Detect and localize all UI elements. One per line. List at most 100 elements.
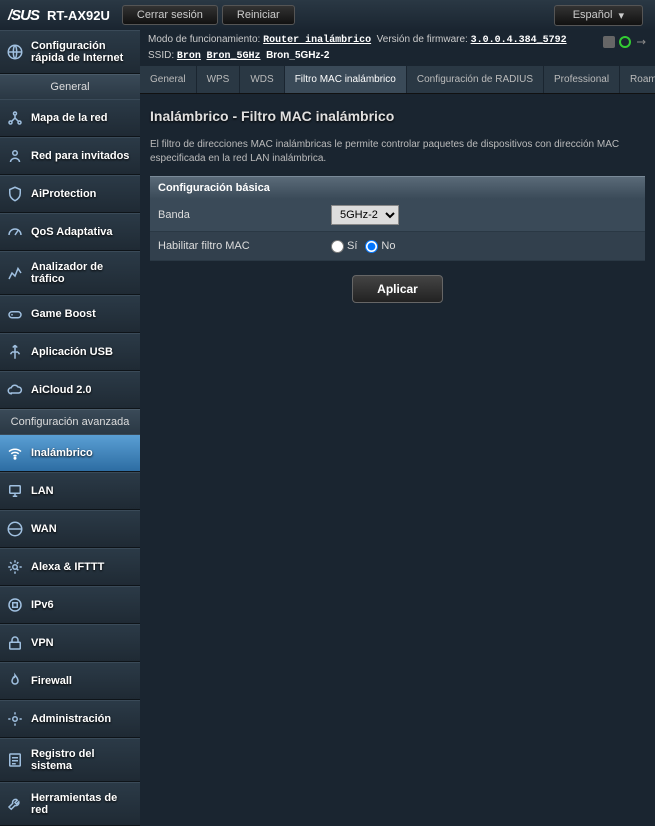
sidebar-label: Red para invitados (31, 150, 129, 162)
yes-label: Sí (347, 240, 357, 252)
reboot-button[interactable]: Reiniciar (222, 5, 295, 25)
tab-wds[interactable]: WDS (240, 66, 284, 93)
ipv6-icon (6, 596, 24, 614)
ssid-label: SSID: (148, 50, 174, 61)
sidebar-label: Alexa & IFTTT (31, 561, 104, 573)
sidebar-label: Aplicación USB (31, 346, 113, 358)
tab-professional[interactable]: Professional (544, 66, 620, 93)
gauge-icon (6, 223, 24, 241)
sidebar-item-admin[interactable]: Administración (0, 700, 140, 738)
sidebar-item-lan[interactable]: LAN (0, 472, 140, 510)
globe-icon (6, 43, 24, 61)
page-title: Inalámbrico - Filtro MAC inalámbrico (150, 108, 645, 124)
cloud-icon (6, 381, 24, 399)
status-icon-usb[interactable] (635, 36, 647, 48)
sidebar-quick-setup[interactable]: Configuración rápida de Internet (0, 30, 140, 74)
sidebar-item-qos[interactable]: QoS Adaptativa (0, 213, 140, 251)
wifi-icon (6, 444, 24, 462)
guest-icon (6, 147, 24, 165)
sidebar-label: Analizador de tráfico (31, 261, 134, 285)
apply-button[interactable]: Aplicar (352, 275, 443, 303)
sidebar-item-alexa[interactable]: Alexa & IFTTT (0, 548, 140, 586)
radio-yes[interactable]: Sí (331, 240, 357, 253)
sidebar-item-aiprotection[interactable]: AiProtection (0, 175, 140, 213)
sidebar-item-traffic[interactable]: Analizador de tráfico (0, 251, 140, 295)
ssid-2[interactable]: Bron_5GHz (206, 51, 260, 62)
enable-filter-label: Habilitar filtro MAC (150, 232, 325, 260)
sidebar: Configuración rápida de Internet General… (0, 0, 140, 704)
sidebar-item-ipv6[interactable]: IPv6 (0, 586, 140, 624)
sidebar-item-usb[interactable]: Aplicación USB (0, 333, 140, 371)
sidebar-label: Mapa de la red (31, 112, 107, 124)
radio-no[interactable]: No (365, 240, 395, 253)
log-icon (6, 751, 24, 769)
language-label: Español (573, 9, 613, 21)
sidebar-item-vpn[interactable]: VPN (0, 624, 140, 662)
brand-logo: /SUS (0, 7, 47, 24)
fw-label: Versión de firmware: (377, 34, 468, 45)
sidebar-label: LAN (31, 485, 54, 497)
sidebar-label: AiProtection (31, 188, 96, 200)
tab-roaming[interactable]: Roaming Block List (620, 66, 655, 93)
sidebar-item-wan[interactable]: WAN (0, 510, 140, 548)
lan-icon (6, 482, 24, 500)
sidebar-label: IPv6 (31, 599, 54, 611)
sidebar-label: Firewall (31, 675, 72, 687)
network-icon (6, 109, 24, 127)
chevron-down-icon: ▾ (618, 9, 624, 22)
band-select[interactable]: 5GHz-2 (331, 205, 399, 225)
gear-icon (6, 710, 24, 728)
band-label: Banda (150, 201, 325, 229)
sidebar-label: Configuración rápida de Internet (31, 40, 134, 64)
tab-wps[interactable]: WPS (197, 66, 241, 93)
sidebar-label: Administración (31, 713, 111, 725)
section-header: Configuración básica (150, 176, 645, 199)
tab-radius[interactable]: Configuración de RADIUS (407, 66, 544, 93)
status-icon-2[interactable] (619, 36, 631, 48)
vpn-icon (6, 634, 24, 652)
sidebar-header-advanced: Configuración avanzada (0, 409, 140, 434)
sidebar-label: Game Boost (31, 308, 96, 320)
no-label: No (381, 240, 395, 252)
status-bar: Modo de funcionamiento: Router inalámbri… (140, 30, 655, 66)
ssid-1[interactable]: Bron (177, 51, 201, 62)
chart-icon (6, 264, 24, 282)
usb-icon (6, 343, 24, 361)
wan-icon (6, 520, 24, 538)
sidebar-item-syslog[interactable]: Registro del sistema (0, 738, 140, 782)
sidebar-item-nettools[interactable]: Herramientas de red (0, 782, 140, 826)
shield-icon (6, 185, 24, 203)
sidebar-label: WAN (31, 523, 57, 535)
radio-no-input[interactable] (365, 240, 378, 253)
tools-icon (6, 795, 24, 813)
firewall-icon (6, 672, 24, 690)
sidebar-item-wireless[interactable]: Inalámbrico (0, 434, 140, 472)
logout-button[interactable]: Cerrar sesión (122, 5, 218, 25)
sidebar-item-game-boost[interactable]: Game Boost (0, 295, 140, 333)
mode-value[interactable]: Router inalámbrico (263, 35, 371, 46)
model-name: RT-AX92U (47, 8, 110, 23)
tabs: General WPS WDS Filtro MAC inalámbrico C… (140, 66, 655, 94)
alexa-icon (6, 558, 24, 576)
mode-label: Modo de funcionamiento: (148, 34, 260, 45)
sidebar-label: QoS Adaptativa (31, 226, 113, 238)
fw-value[interactable]: 3.0.0.4.384_5792 (471, 35, 567, 46)
sidebar-item-guest-network[interactable]: Red para invitados (0, 137, 140, 175)
tab-general[interactable]: General (140, 66, 197, 93)
sidebar-label: Inalámbrico (31, 447, 93, 459)
language-button[interactable]: Español ▾ (554, 5, 643, 26)
sidebar-label: Registro del sistema (31, 748, 134, 772)
sidebar-label: Herramientas de red (31, 792, 134, 816)
gamepad-icon (6, 305, 24, 323)
tab-mac-filter[interactable]: Filtro MAC inalámbrico (285, 66, 407, 93)
main-content: Modo de funcionamiento: Router inalámbri… (140, 0, 655, 704)
sidebar-label: AiCloud 2.0 (31, 384, 92, 396)
page-description: El filtro de direcciones MAC inalámbrica… (150, 138, 645, 166)
status-icon-1[interactable] (603, 36, 615, 48)
sidebar-label: VPN (31, 637, 54, 649)
sidebar-item-firewall[interactable]: Firewall (0, 662, 140, 700)
ssid-3: Bron_5GHz-2 (266, 50, 329, 61)
radio-yes-input[interactable] (331, 240, 344, 253)
sidebar-item-aicloud[interactable]: AiCloud 2.0 (0, 371, 140, 409)
sidebar-item-network-map[interactable]: Mapa de la red (0, 99, 140, 137)
